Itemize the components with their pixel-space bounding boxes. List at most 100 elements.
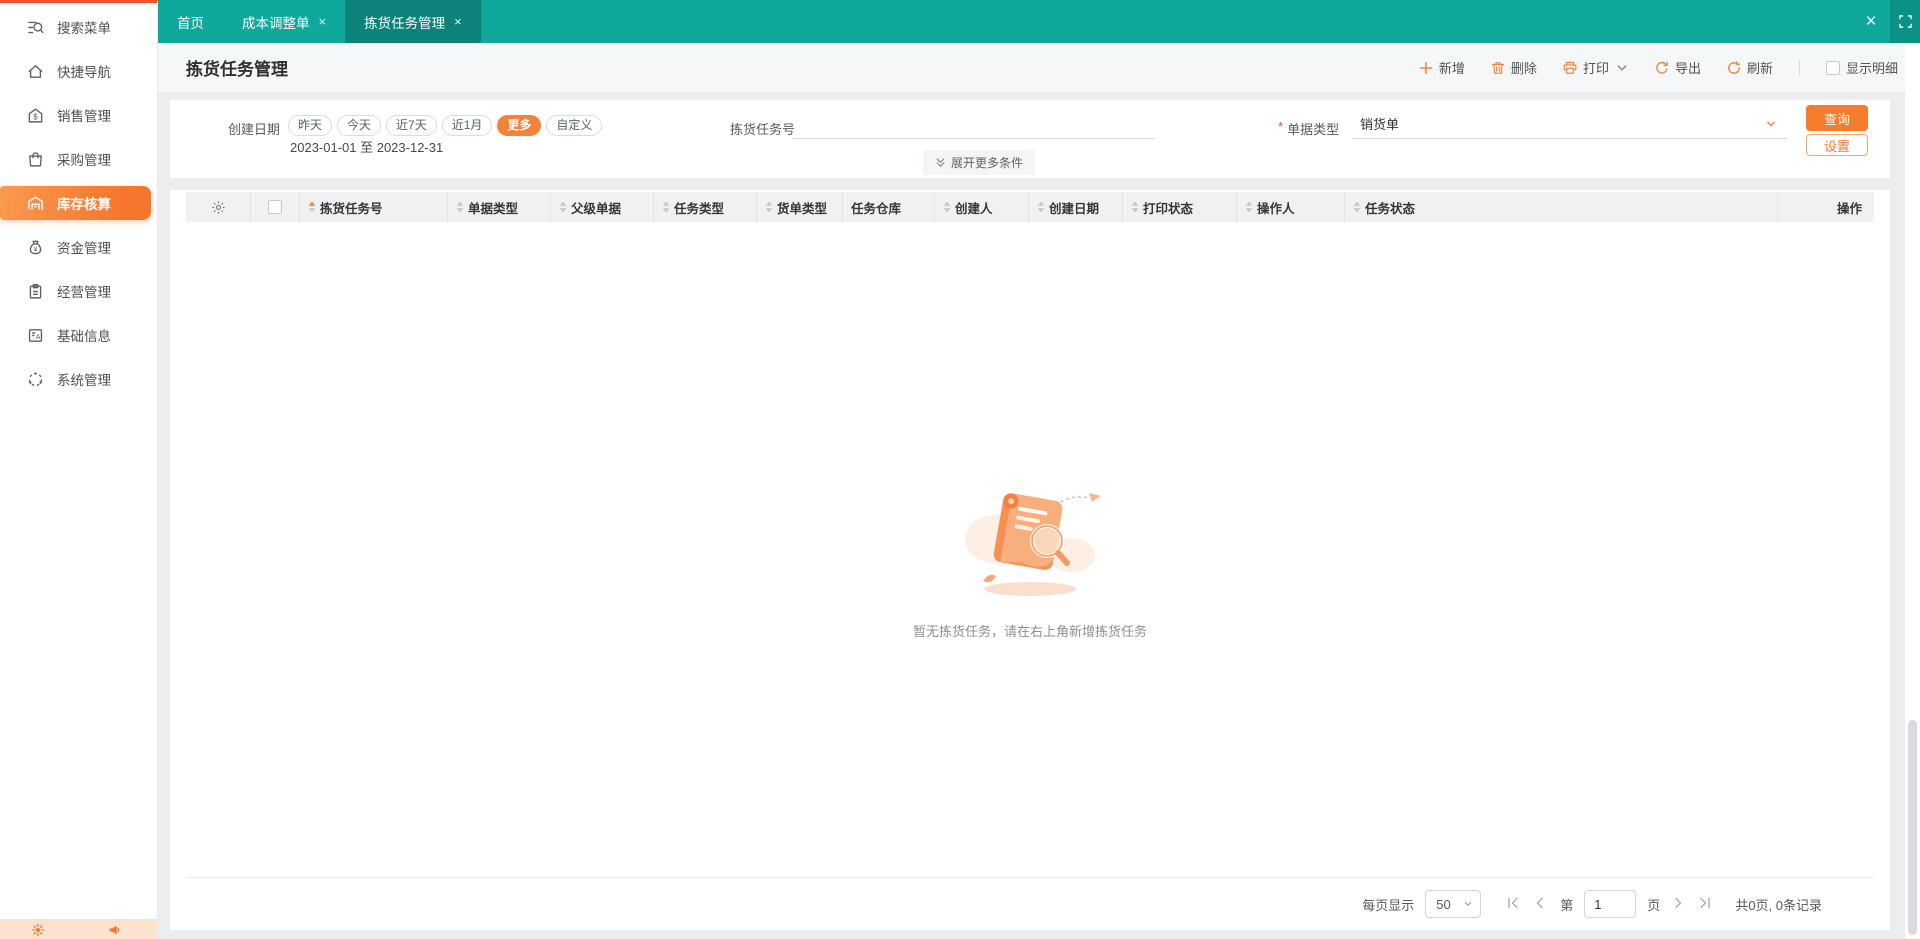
fullscreen-icon[interactable] <box>1890 0 1920 43</box>
add-button[interactable]: 新增 <box>1419 58 1465 77</box>
sidebar: 搜索菜单 快捷导航 $ 销售管理 采购管理库存核算 ¥ 资金管理经营管理 A 基础信息系统管理 <box>0 0 158 939</box>
column-label: 操作 <box>1836 201 1862 216</box>
column-label: 货单类型 <box>777 201 828 216</box>
column-label: 拣货任务号 <box>320 201 383 216</box>
sidebar-item-purchase[interactable]: 采购管理 <box>0 137 157 181</box>
column-header-doc-type[interactable]: 单据类型 <box>448 192 551 222</box>
checkbox-icon[interactable] <box>268 200 282 214</box>
sidebar-item-search-menu[interactable]: 搜索菜单 <box>0 5 157 49</box>
title-row: 拣货任务管理 新增 删除 打印 导出 刷新 显示明细 <box>158 43 1920 92</box>
task-no-input[interactable] <box>792 109 1154 139</box>
printer-icon <box>1563 61 1577 75</box>
close-icon[interactable]: × <box>1852 0 1890 43</box>
svg-text:A: A <box>36 334 41 341</box>
trash-icon <box>1491 61 1505 75</box>
column-config-gear-icon[interactable] <box>186 192 251 222</box>
money-bag-icon: ¥ <box>27 239 44 256</box>
top-tab-bar: 首页 成本调整单 × 拣货任务管理 × × <box>158 0 1920 43</box>
column-label: 创建人 <box>955 201 993 216</box>
column-header-warehouse[interactable]: 任务仓库 <box>843 192 935 222</box>
home-icon <box>27 63 44 80</box>
doc-type-select[interactable]: 销货单 <box>1352 109 1787 139</box>
sidebar-item-sales[interactable]: $ 销售管理 <box>0 93 157 137</box>
next-page-button[interactable] <box>1671 896 1687 912</box>
sidebar-item-label: 经营管理 <box>57 285 111 300</box>
delete-button[interactable]: 删除 <box>1491 58 1537 77</box>
tab-home[interactable]: 首页 <box>158 0 223 43</box>
sidebar-item-quick-nav[interactable]: 快捷导航 <box>0 49 157 93</box>
export-button[interactable]: 导出 <box>1655 58 1701 77</box>
sort-icon <box>765 201 773 213</box>
column-header-create-date[interactable]: 创建日期 <box>1029 192 1123 222</box>
per-page-select[interactable]: 50 <box>1425 890 1482 918</box>
column-header-parent-doc[interactable]: 父级单据 <box>551 192 654 222</box>
show-detail-toggle[interactable]: 显示明细 <box>1825 58 1898 77</box>
first-page-button[interactable] <box>1506 896 1522 912</box>
sidebar-bottom-bar <box>0 919 157 939</box>
empty-illustration <box>964 493 1101 596</box>
column-label: 单据类型 <box>468 201 519 216</box>
last-page-button[interactable] <box>1698 896 1714 912</box>
column-header-task-status[interactable]: 任务状态 <box>1345 192 1778 222</box>
column-label: 任务类型 <box>674 201 725 216</box>
column-header-task-type[interactable]: 任务类型 <box>654 192 757 222</box>
refresh-icon <box>1727 60 1741 75</box>
sidebar-item-label: 基础信息 <box>57 329 111 344</box>
print-button[interactable]: 打印 <box>1563 58 1629 77</box>
date-range-value[interactable]: 2023-01-01 至 2023-12-31 <box>290 137 443 156</box>
sidebar-item-funds[interactable]: ¥ 资金管理 <box>0 225 157 269</box>
page-input[interactable] <box>1584 890 1637 918</box>
sidebar-item-operations[interactable]: 经营管理 <box>0 269 157 313</box>
date-pill-group: 昨天 今天 近7天 近1月 更多 自定义 <box>288 115 603 136</box>
column-header-task-no[interactable]: 拣货任务号 <box>300 192 448 222</box>
sidebar-item-label: 系统管理 <box>57 373 111 388</box>
column-header-operator[interactable]: 操作人 <box>1237 192 1345 222</box>
dashed-circle-icon <box>27 371 44 388</box>
sort-icon <box>1037 201 1045 213</box>
sidebar-item-label: 库存核算 <box>57 197 111 212</box>
doc-type-label: 单据类型 <box>1287 122 1340 137</box>
pagination: 每页显示 50 第 页 共0页, 0条记录 <box>186 877 1874 930</box>
sales-house-icon: $ <box>27 107 44 124</box>
doc-type-value: 销货单 <box>1360 117 1400 132</box>
search-button[interactable]: 查询 <box>1806 105 1868 131</box>
refresh-button[interactable]: 刷新 <box>1727 58 1773 77</box>
search-menu-icon <box>27 19 44 36</box>
sidebar-item-basic-info[interactable]: A 基础信息 <box>0 313 157 357</box>
date-pill-yesterday[interactable]: 昨天 <box>288 115 333 136</box>
column-header-action[interactable]: 操作 <box>1778 192 1874 222</box>
column-header-creator[interactable]: 创建人 <box>935 192 1029 222</box>
page-title: 拣货任务管理 <box>186 60 288 79</box>
sort-icon <box>662 201 670 213</box>
tab-label: 拣货任务管理 <box>364 15 446 31</box>
settings-button[interactable]: 设置 <box>1806 134 1868 156</box>
prev-page-button[interactable] <box>1533 896 1549 912</box>
date-pill-today[interactable]: 今天 <box>337 115 382 136</box>
date-pill-last1month[interactable]: 近1月 <box>441 115 493 136</box>
announcement-horn-icon[interactable] <box>108 923 122 937</box>
date-pill-last7days[interactable]: 近7天 <box>386 115 437 136</box>
date-pill-more[interactable]: 更多 <box>497 115 542 136</box>
create-date-label: 创建日期 <box>228 122 281 137</box>
date-pill-custom[interactable]: 自定义 <box>546 115 603 136</box>
tab-cost-adjust[interactable]: 成本调整单 × <box>223 0 345 43</box>
column-label: 操作人 <box>1257 201 1295 216</box>
tab-picking-task[interactable]: 拣货任务管理 × <box>345 0 481 43</box>
empty-text: 暂无拣货任务，请在右上角新增拣货任务 <box>912 624 1147 639</box>
tab-close-icon[interactable]: × <box>454 15 462 28</box>
expand-more-button[interactable]: 展开更多条件 <box>923 150 1036 175</box>
sidebar-item-system[interactable]: 系统管理 <box>0 357 157 401</box>
scrollbar-thumb[interactable] <box>1908 720 1917 935</box>
tab-bar: 首页 成本调整单 × 拣货任务管理 × <box>158 0 481 43</box>
sort-icon <box>1353 201 1361 213</box>
tab-close-icon[interactable]: × <box>319 15 327 28</box>
info-doc-icon: A <box>27 327 44 344</box>
column-header-cargo-type[interactable]: 货单类型 <box>757 192 843 222</box>
column-header-print-status[interactable]: 打印状态 <box>1123 192 1237 222</box>
gear-icon[interactable] <box>31 923 45 937</box>
column-label: 父级单据 <box>571 201 622 216</box>
sidebar-item-inventory[interactable]: 库存核算 <box>0 186 151 220</box>
select-all-checkbox[interactable] <box>251 192 300 222</box>
checkbox-icon[interactable] <box>1825 60 1840 75</box>
scrollbar-track[interactable] <box>1905 43 1920 939</box>
